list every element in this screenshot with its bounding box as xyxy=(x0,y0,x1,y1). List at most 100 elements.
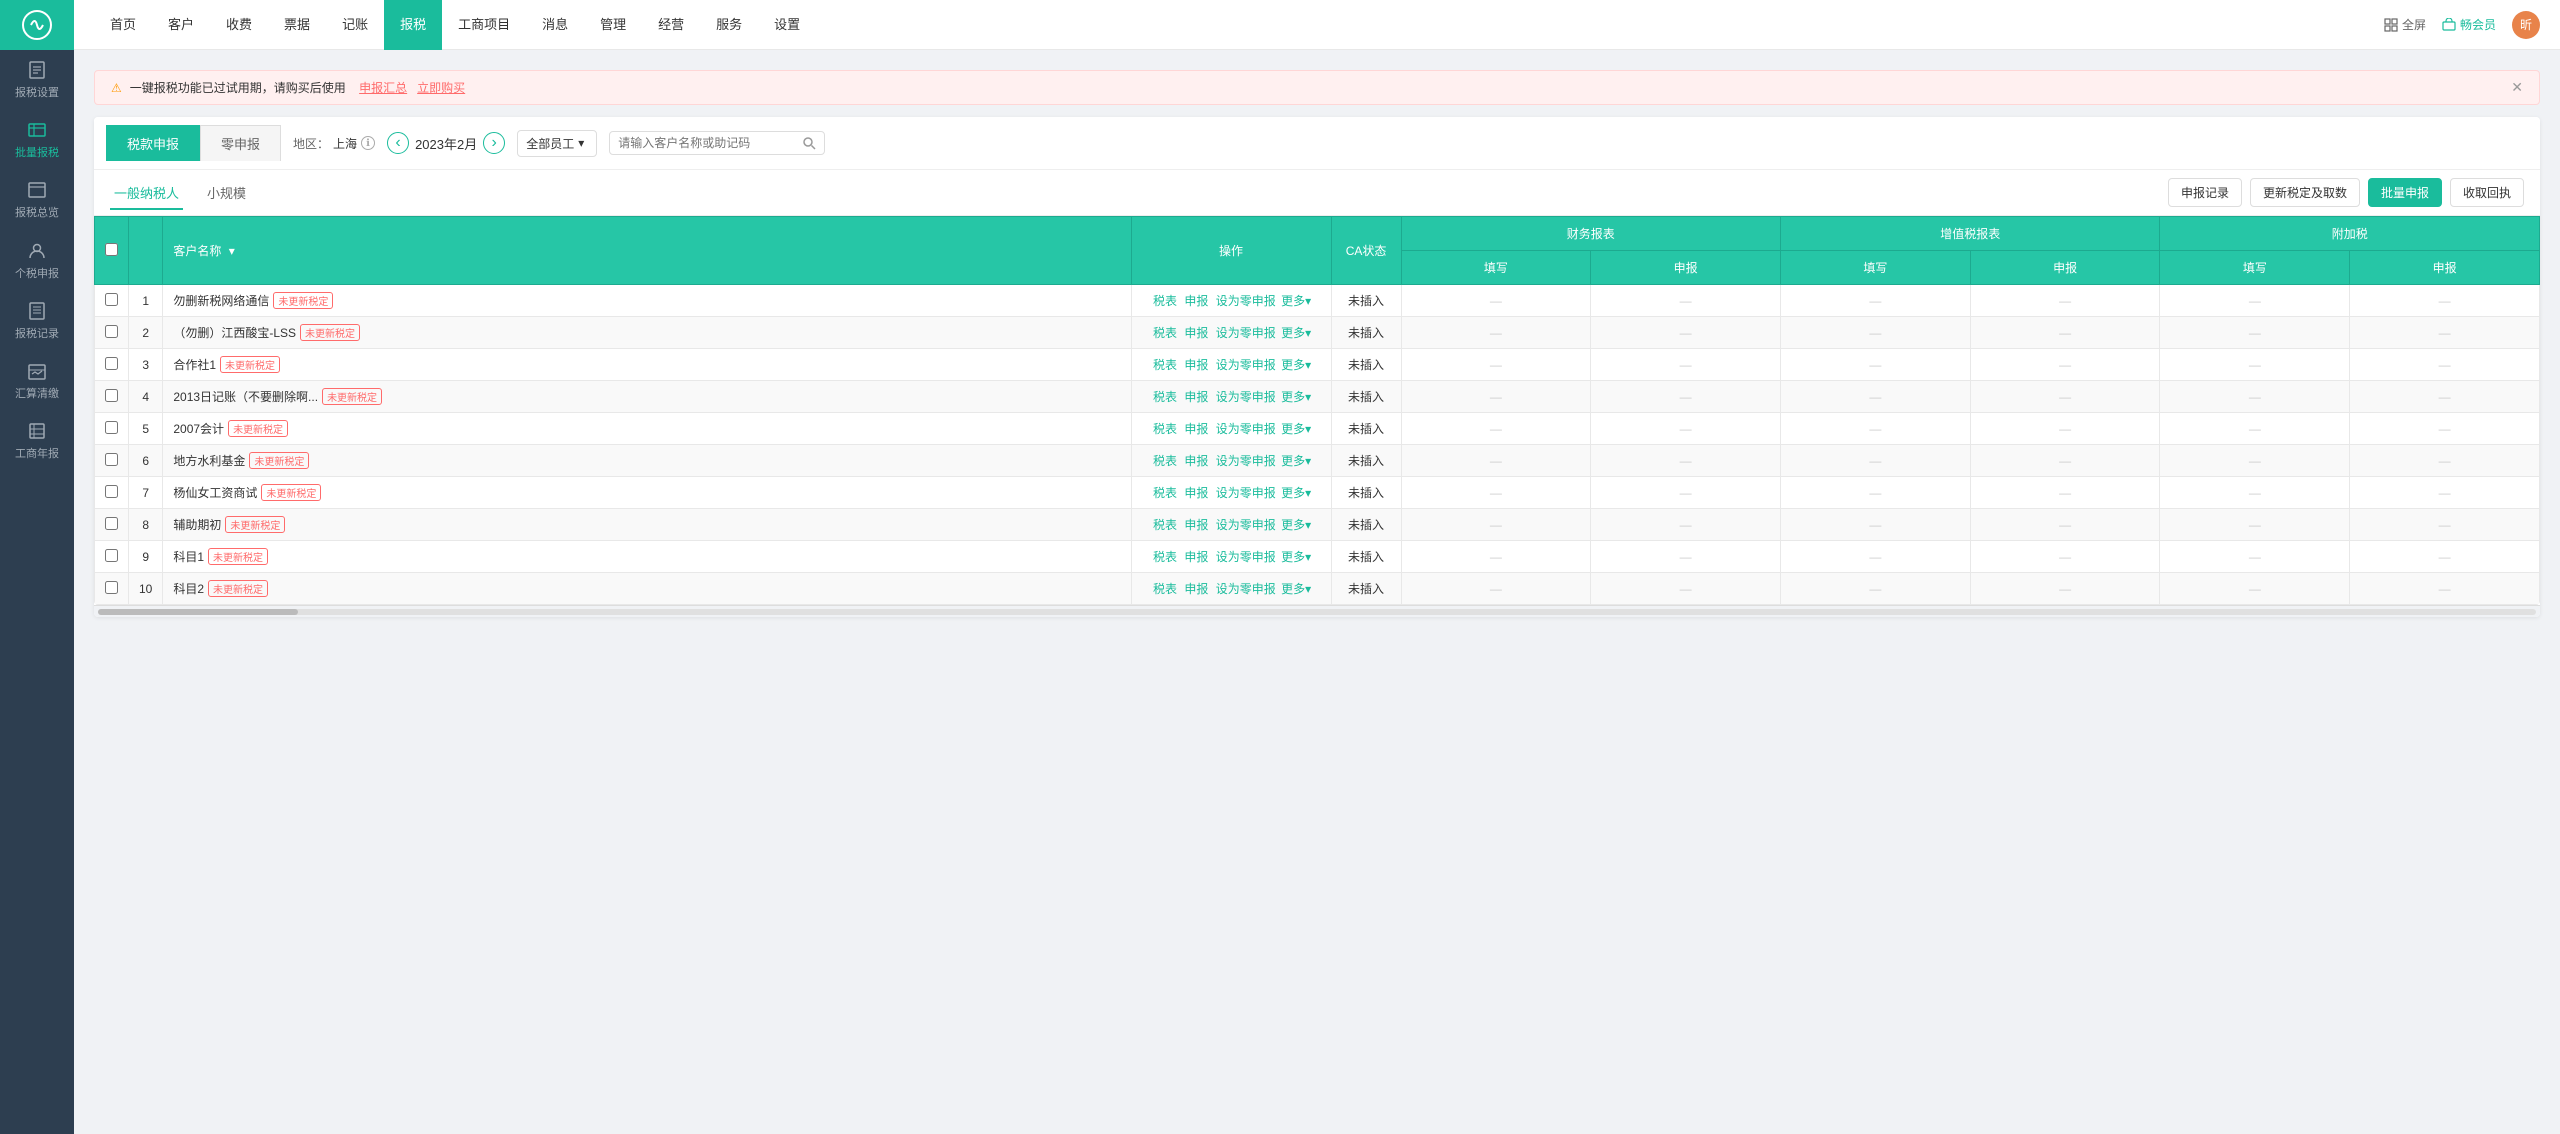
op-set-zero[interactable]: 设为零申报 xyxy=(1216,326,1276,340)
op-declare[interactable]: 申报 xyxy=(1184,358,1208,372)
search-input[interactable] xyxy=(618,136,798,150)
op-declare[interactable]: 申报 xyxy=(1184,390,1208,404)
op-set-zero[interactable]: 设为零申报 xyxy=(1216,454,1276,468)
sort-icon[interactable]: ▾ xyxy=(229,244,235,258)
op-set-zero[interactable]: 设为零申报 xyxy=(1216,518,1276,532)
op-tax-table[interactable]: 税表 xyxy=(1153,390,1177,404)
row-checkbox[interactable] xyxy=(105,485,118,498)
op-set-zero[interactable]: 设为零申报 xyxy=(1216,582,1276,596)
member-button[interactable]: 畅会员 xyxy=(2442,16,2496,33)
col-3: — xyxy=(1970,381,2160,413)
op-tax-table[interactable]: 税表 xyxy=(1153,518,1177,532)
nav-tax[interactable]: 报税 xyxy=(384,0,442,50)
op-more[interactable]: 更多▾ xyxy=(1281,486,1311,500)
table-row: 7杨仙女工资商试未更新税定 税表 申报 设为零申报 更多▾ 未插入—————— xyxy=(95,477,2540,509)
nav-customer[interactable]: 客户 xyxy=(152,0,210,50)
op-tax-table[interactable]: 税表 xyxy=(1153,486,1177,500)
op-more[interactable]: 更多▾ xyxy=(1281,550,1311,564)
notice-close-button[interactable]: ✕ xyxy=(2511,79,2523,96)
nav-accounting[interactable]: 记账 xyxy=(326,0,384,50)
date-prev-button[interactable]: ‹ xyxy=(387,132,409,154)
op-tax-table[interactable]: 税表 xyxy=(1153,294,1177,308)
fill-financial-header: 填写 xyxy=(1401,251,1591,285)
nav-operations[interactable]: 经营 xyxy=(642,0,700,50)
row-checkbox[interactable] xyxy=(105,389,118,402)
region-info-icon[interactable]: ℹ xyxy=(361,136,375,150)
horizontal-scrollbar[interactable] xyxy=(94,605,2540,617)
row-checkbox[interactable] xyxy=(105,325,118,338)
sidebar: 报税设置 批量报税 报税总览 个税申报 xyxy=(0,0,74,1134)
update-tax-button[interactable]: 更新税定及取数 xyxy=(2250,178,2360,207)
tab-tax-declaration[interactable]: 税款申报 xyxy=(106,125,200,161)
op-declare[interactable]: 申报 xyxy=(1184,550,1208,564)
op-declare[interactable]: 申报 xyxy=(1184,486,1208,500)
op-declare[interactable]: 申报 xyxy=(1184,294,1208,308)
nav-settings[interactable]: 设置 xyxy=(758,0,816,50)
scroll-thumb[interactable] xyxy=(98,609,298,615)
notice-link-summary[interactable]: 申报汇总 xyxy=(359,81,407,95)
op-set-zero[interactable]: 设为零申报 xyxy=(1216,390,1276,404)
op-more[interactable]: 更多▾ xyxy=(1281,294,1311,308)
op-tax-table[interactable]: 税表 xyxy=(1153,358,1177,372)
sub-tab-small-scale[interactable]: 小规模 xyxy=(203,177,250,210)
op-declare[interactable]: 申报 xyxy=(1184,518,1208,532)
op-set-zero[interactable]: 设为零申报 xyxy=(1216,422,1276,436)
op-more[interactable]: 更多▾ xyxy=(1281,454,1311,468)
sub-tab-general[interactable]: 一般纳税人 xyxy=(110,177,183,210)
tab-zero-declaration[interactable]: 零申报 xyxy=(200,125,281,161)
op-declare[interactable]: 申报 xyxy=(1184,454,1208,468)
ca-status-cell: 未插入 xyxy=(1331,573,1401,605)
op-more[interactable]: 更多▾ xyxy=(1281,358,1311,372)
nav-home[interactable]: 首页 xyxy=(94,0,152,50)
declaration-records-button[interactable]: 申报记录 xyxy=(2168,178,2242,207)
op-set-zero[interactable]: 设为零申报 xyxy=(1216,358,1276,372)
op-set-zero[interactable]: 设为零申报 xyxy=(1216,294,1276,308)
select-all-checkbox[interactable] xyxy=(105,243,118,256)
search-icon[interactable] xyxy=(802,136,816,150)
sidebar-item-personal-tax[interactable]: 个税申报 xyxy=(0,231,74,291)
op-tax-table[interactable]: 税表 xyxy=(1153,454,1177,468)
fullscreen-button[interactable]: 全屏 xyxy=(2384,16,2426,33)
department-select[interactable]: 全部员工 ▾ xyxy=(517,130,597,157)
tax-status-tag: 未更新税定 xyxy=(208,580,268,597)
op-tax-table[interactable]: 税表 xyxy=(1153,422,1177,436)
op-more[interactable]: 更多▾ xyxy=(1281,390,1311,404)
sidebar-item-annual-report[interactable]: 工商年报 xyxy=(0,411,74,471)
sidebar-item-tax-records[interactable]: 报税记录 xyxy=(0,291,74,351)
op-declare[interactable]: 申报 xyxy=(1184,326,1208,340)
row-checkbox[interactable] xyxy=(105,421,118,434)
nav-message[interactable]: 消息 xyxy=(526,0,584,50)
sidebar-item-tax-overview[interactable]: 报税总览 xyxy=(0,170,74,230)
batch-declare-button[interactable]: 批量申报 xyxy=(2368,178,2442,207)
nav-invoice[interactable]: 票据 xyxy=(268,0,326,50)
op-tax-table[interactable]: 税表 xyxy=(1153,326,1177,340)
op-declare[interactable]: 申报 xyxy=(1184,582,1208,596)
row-checkbox[interactable] xyxy=(105,581,118,594)
op-more[interactable]: 更多▾ xyxy=(1281,582,1311,596)
op-more[interactable]: 更多▾ xyxy=(1281,422,1311,436)
col-5: — xyxy=(2350,509,2540,541)
op-tax-table[interactable]: 税表 xyxy=(1153,582,1177,596)
row-checkbox[interactable] xyxy=(105,453,118,466)
row-checkbox[interactable] xyxy=(105,517,118,530)
collect-receipt-button[interactable]: 收取回执 xyxy=(2450,178,2524,207)
date-next-button[interactable]: › xyxy=(483,132,505,154)
op-set-zero[interactable]: 设为零申报 xyxy=(1216,486,1276,500)
notice-link-buy[interactable]: 立即购买 xyxy=(417,81,465,95)
nav-management[interactable]: 管理 xyxy=(584,0,642,50)
sidebar-item-batch-tax[interactable]: 批量报税 xyxy=(0,110,74,170)
row-checkbox[interactable] xyxy=(105,357,118,370)
op-tax-table[interactable]: 税表 xyxy=(1153,550,1177,564)
nav-business[interactable]: 工商项目 xyxy=(442,0,526,50)
op-more[interactable]: 更多▾ xyxy=(1281,518,1311,532)
sidebar-item-tax-settings[interactable]: 报税设置 xyxy=(0,50,74,110)
op-more[interactable]: 更多▾ xyxy=(1281,326,1311,340)
row-checkbox[interactable] xyxy=(105,549,118,562)
nav-billing[interactable]: 收费 xyxy=(210,0,268,50)
op-declare[interactable]: 申报 xyxy=(1184,422,1208,436)
sidebar-item-annual-settlement[interactable]: 汇算清缴 xyxy=(0,351,74,411)
user-avatar[interactable]: 昕 xyxy=(2512,11,2540,39)
op-set-zero[interactable]: 设为零申报 xyxy=(1216,550,1276,564)
row-checkbox[interactable] xyxy=(105,293,118,306)
nav-service[interactable]: 服务 xyxy=(700,0,758,50)
